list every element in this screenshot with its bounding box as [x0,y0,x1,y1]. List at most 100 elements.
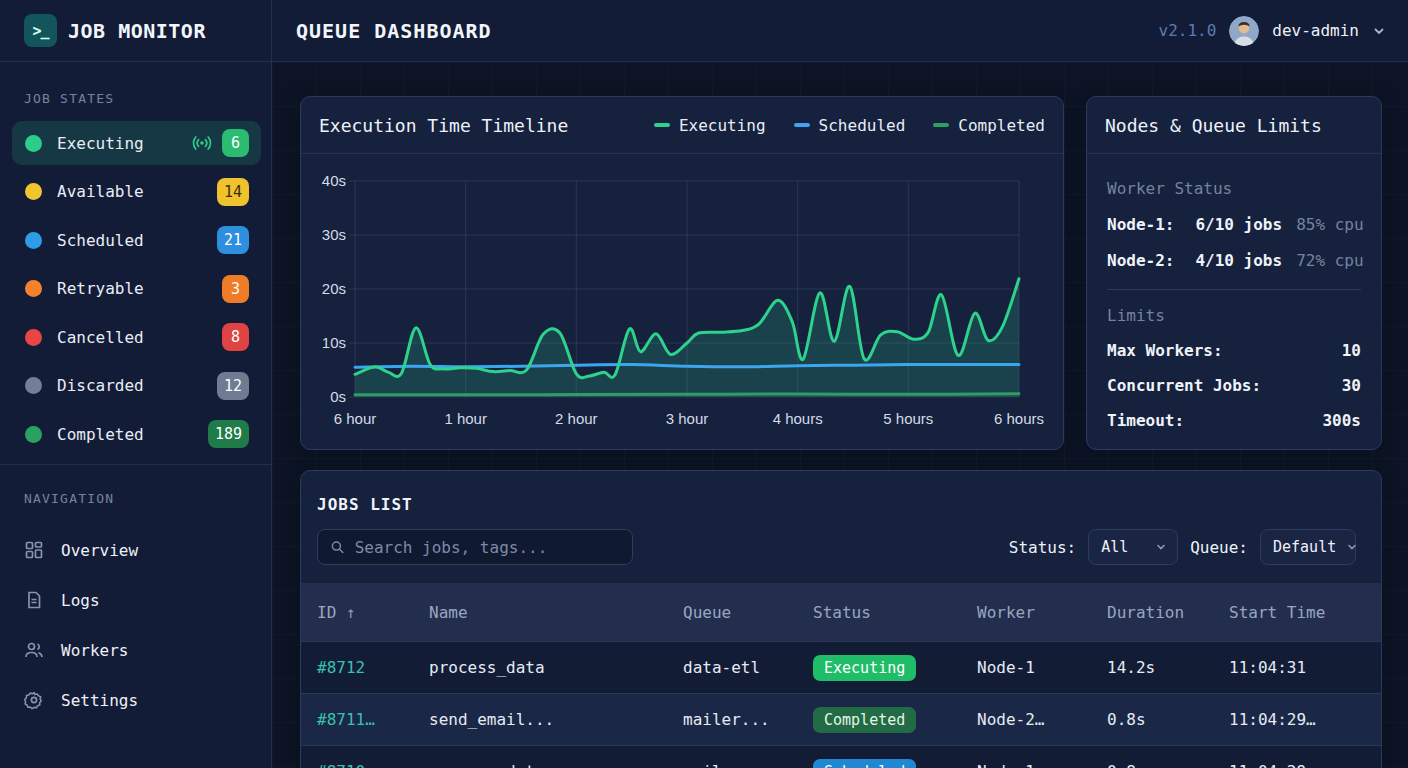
limit-label: Timeout: [1107,411,1184,430]
column-header-start-time[interactable]: Start Time [1229,603,1381,622]
svg-text:2 hour: 2 hour [555,410,598,427]
timeline-card: Execution Time Timeline ExecutingSchedul… [300,96,1064,450]
svg-text:3 hour: 3 hour [666,410,709,427]
job-name: send_email... [429,710,683,729]
main-content: Execution Time Timeline ExecutingSchedul… [272,62,1408,768]
status-filter-value: All [1101,538,1128,556]
svg-text:20s: 20s [322,280,346,297]
status-badge: Executing [813,655,916,681]
sidebar-item-settings[interactable]: Settings [10,677,261,723]
job-id[interactable]: #8712 [317,658,429,677]
queue-filter-value: Default [1273,538,1336,556]
state-dot-icon [25,377,42,394]
node-jobs: 6/10 jobs [1195,215,1282,234]
sidebar-state-item[interactable]: Scheduled 21 [12,218,261,262]
job-id[interactable]: #8710 [317,762,429,768]
jobs-table-header: ID ↑ Name Queue Status Worker Duration S… [301,583,1381,641]
column-header-id[interactable]: ID ↑ [317,603,429,622]
grid-icon [24,540,44,560]
nav-item-label: Overview [61,541,138,560]
state-label: Available [57,182,217,201]
live-broadcast-icon [191,135,213,151]
limits-label: Limits [1107,306,1361,325]
state-label: Executing [57,134,191,153]
sidebar-state-item[interactable]: Retryable 3 [12,267,261,311]
state-dot-icon [25,135,42,152]
nav-item-label: Logs [61,591,100,610]
sidebar-state-item[interactable]: Discarded 12 [12,364,261,408]
column-header-queue[interactable]: Queue [683,603,813,622]
queue-filter-select[interactable]: Default [1260,529,1356,565]
nodes-list: Node-1:6/10 jobs85% cpuNode-2:4/10 jobs7… [1107,215,1361,270]
job-states-label: JOB STATES [0,91,271,106]
sidebar-item-workers[interactable]: Workers [10,627,261,673]
version-label: v2.1.0 [1159,21,1217,40]
job-worker: Node-2… [977,710,1107,729]
svg-text:6 hour: 6 hour [334,410,377,427]
legend-item-scheduled[interactable]: Scheduled [794,116,906,135]
limits-card: Nodes & Queue Limits Worker Status Node-… [1086,96,1382,450]
file-icon [24,590,44,610]
column-header-name[interactable]: Name [429,603,683,622]
node-cpu: 72% cpu [1296,251,1363,270]
nav-item-label: Workers [61,641,128,660]
gear-icon [24,690,44,710]
legend-item-executing[interactable]: Executing [654,116,766,135]
queue-filter-label: Queue: [1190,538,1248,557]
job-id[interactable]: #8711… [317,710,429,729]
job-start-time: 11:04:31 [1229,658,1381,677]
status-filter-label: Status: [1009,538,1076,557]
limits-divider [1107,289,1361,290]
limit-row: Timeout:300s [1107,411,1361,430]
state-dot-icon [25,280,42,297]
table-row[interactable]: #8711… send_email... mailer... Completed… [301,693,1381,745]
sidebar-state-item[interactable]: Executing 6 [12,121,261,165]
column-header-worker[interactable]: Worker [977,603,1107,622]
column-header-status[interactable]: Status [813,603,977,622]
navigation-label: NAVIGATION [0,491,271,506]
legend-item-completed[interactable]: Completed [933,116,1045,135]
search-input[interactable] [355,538,620,557]
sidebar-item-overview[interactable]: Overview [10,527,261,573]
state-dot-icon [25,329,42,346]
table-row[interactable]: #8712 process_data data-etl Executing No… [301,641,1381,693]
state-count-badge: 3 [222,275,249,303]
state-count-badge: 14 [217,178,249,206]
limit-label: Max Workers: [1107,341,1223,360]
limit-row: Concurrent Jobs:30 [1107,376,1361,395]
legend-label: Scheduled [819,116,906,135]
job-duration: 0.8s [1107,710,1229,729]
table-row[interactable]: #8710 process_data mailer Scheduled Node… [301,745,1381,768]
page-title: QUEUE DASHBOARD [296,19,492,43]
job-worker: Node-1 [977,658,1107,677]
column-header-duration[interactable]: Duration [1107,603,1229,622]
legend-label: Executing [679,116,766,135]
job-name: process_data [429,658,683,677]
chevron-down-icon[interactable] [1372,24,1386,38]
limit-value: 10 [1342,341,1361,360]
status-badge: Completed [813,707,916,733]
job-states-list: Executing 6 Available 14 Scheduled 21 [0,121,271,456]
job-queue: mailer [683,762,813,768]
svg-text:1 hour: 1 hour [444,410,487,427]
search-box [317,529,633,565]
sidebar-item-logs[interactable]: Logs [10,577,261,623]
svg-text:30s: 30s [322,226,346,243]
limit-value: 30 [1342,376,1361,395]
avatar[interactable] [1229,16,1259,46]
app-title: JOB MONITOR [68,19,206,43]
jobs-table-body: #8712 process_data data-etl Executing No… [301,641,1381,768]
sidebar-divider [0,464,271,465]
job-duration: 0.8s [1107,762,1229,768]
status-filter-select[interactable]: All [1088,529,1178,565]
chart-legend: Executing Scheduled Completed [654,116,1045,135]
sidebar-state-item[interactable]: Available 14 [12,170,261,214]
job-duration: 14.2s [1107,658,1229,677]
node-status-row: Node-1:6/10 jobs85% cpu [1107,215,1361,234]
state-dot-icon [25,232,42,249]
sidebar-state-item[interactable]: Cancelled 8 [12,315,261,359]
sidebar-state-item[interactable]: Completed 189 [12,412,261,456]
state-count-badge: 12 [217,372,249,400]
svg-text:6 hours: 6 hours [994,410,1044,427]
job-queue: mailer... [683,710,813,729]
